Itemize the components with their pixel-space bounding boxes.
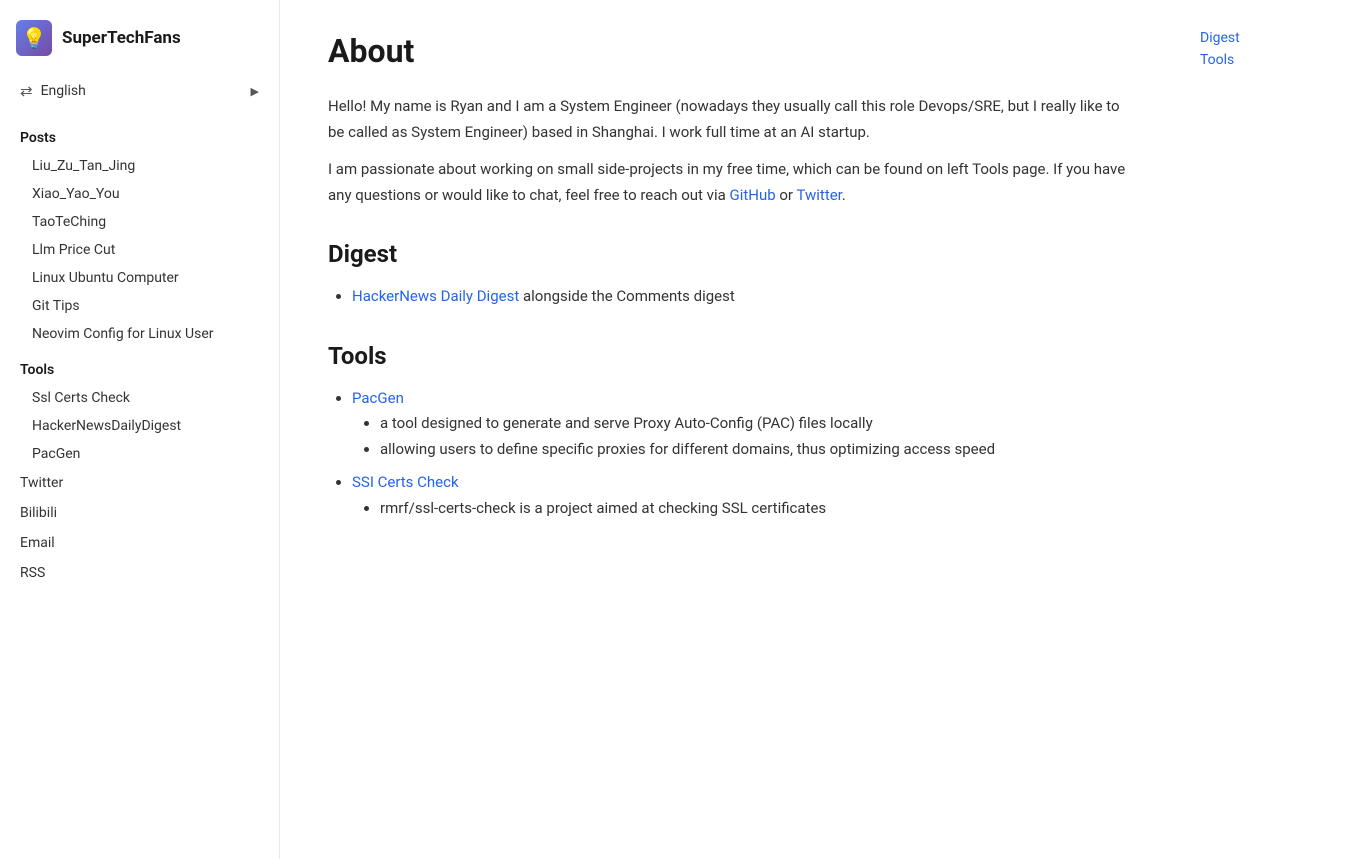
language-label: English <box>41 83 86 99</box>
digest-list-item: HackerNews Daily Digest alongside the Co… <box>352 284 1132 310</box>
sidebar-item-email[interactable]: Email <box>16 530 263 556</box>
sidebar-item-linux-ubuntu[interactable]: Linux Ubuntu Computer <box>16 266 263 290</box>
posts-section-label: Posts <box>16 122 263 150</box>
digest-list: HackerNews Daily Digest alongside the Co… <box>328 284 1132 310</box>
sidebar-item-pacgen[interactable]: PacGen <box>16 442 263 466</box>
translate-icon: ⇄ <box>20 82 33 100</box>
github-link[interactable]: GitHub <box>729 186 775 204</box>
hackernews-digest-link[interactable]: HackerNews Daily Digest <box>352 287 519 305</box>
sidebar-item-git-tips[interactable]: Git Tips <box>16 294 263 318</box>
toc-digest-link[interactable]: Digest <box>1200 30 1320 46</box>
sidebar-item-hackernews-digest[interactable]: HackerNewsDailyDigest <box>16 414 263 438</box>
page-title: About <box>328 32 1132 70</box>
sidebar-item-liu-zu-tan-jing[interactable]: Liu_Zu_Tan_Jing <box>16 154 263 178</box>
table-of-contents: Digest Tools <box>1200 30 1320 68</box>
ssl-sublist: rmrf/ssl-certs-check is a project aimed … <box>352 496 1132 522</box>
sidebar-item-rss[interactable]: RSS <box>16 560 263 586</box>
sidebar-item-ssl-certs-check[interactable]: Ssl Certs Check <box>16 386 263 410</box>
site-logo-icon: 💡 <box>16 20 52 56</box>
pacgen-sublist: a tool designed to generate and serve Pr… <box>352 411 1132 462</box>
main-content: About Hello! My name is Ryan and I am a … <box>280 0 1180 859</box>
intro-paragraph-1: Hello! My name is Ryan and I am a System… <box>328 94 1132 145</box>
site-title: SuperTechFans <box>62 28 181 48</box>
tools-list-item-ssl: SSI Certs Check rmrf/ssl-certs-check is … <box>352 470 1132 521</box>
sidebar-item-twitter[interactable]: Twitter <box>16 470 263 496</box>
sidebar-item-bilibili[interactable]: Bilibili <box>16 500 263 526</box>
tools-section-label: Tools <box>16 354 263 382</box>
site-logo-link[interactable]: 💡 SuperTechFans <box>16 20 263 56</box>
sidebar-item-llm-price-cut[interactable]: Llm Price Cut <box>16 238 263 262</box>
intro-or: or <box>776 186 793 204</box>
intro-para2-before: I am passionate about working on small s… <box>328 160 1125 204</box>
tools-list: PacGen a tool designed to generate and s… <box>328 386 1132 522</box>
sidebar: 💡 SuperTechFans ⇄ English ▶ Posts Liu_Zu… <box>0 0 280 859</box>
ssl-subitem-1: rmrf/ssl-certs-check is a project aimed … <box>380 496 1132 522</box>
chevron-right-icon: ▶ <box>251 85 259 98</box>
tools-section-title: Tools <box>328 342 1132 370</box>
pacgen-subitem-1: a tool designed to generate and serve Pr… <box>380 411 1132 437</box>
pacgen-link[interactable]: PacGen <box>352 389 404 407</box>
digest-section-title: Digest <box>328 240 1132 268</box>
ssl-certs-check-link[interactable]: SSI Certs Check <box>352 473 459 491</box>
intro-paragraph-2: I am passionate about working on small s… <box>328 157 1132 208</box>
intro-period: . <box>842 186 846 204</box>
tools-list-item-pacgen: PacGen a tool designed to generate and s… <box>352 386 1132 463</box>
toc-tools-link[interactable]: Tools <box>1200 52 1320 68</box>
sidebar-item-xiao-yao-you[interactable]: Xiao_Yao_You <box>16 182 263 206</box>
sidebar-item-tao-te-ching[interactable]: TaoTeChing <box>16 210 263 234</box>
digest-item-text: alongside the Comments digest <box>519 287 735 305</box>
pacgen-subitem-2: allowing users to define specific proxie… <box>380 437 1132 463</box>
language-selector[interactable]: ⇄ English ▶ <box>16 76 263 106</box>
sidebar-item-neovim-config[interactable]: Neovim Config for Linux User <box>16 322 263 346</box>
twitter-link[interactable]: Twitter <box>796 186 841 204</box>
